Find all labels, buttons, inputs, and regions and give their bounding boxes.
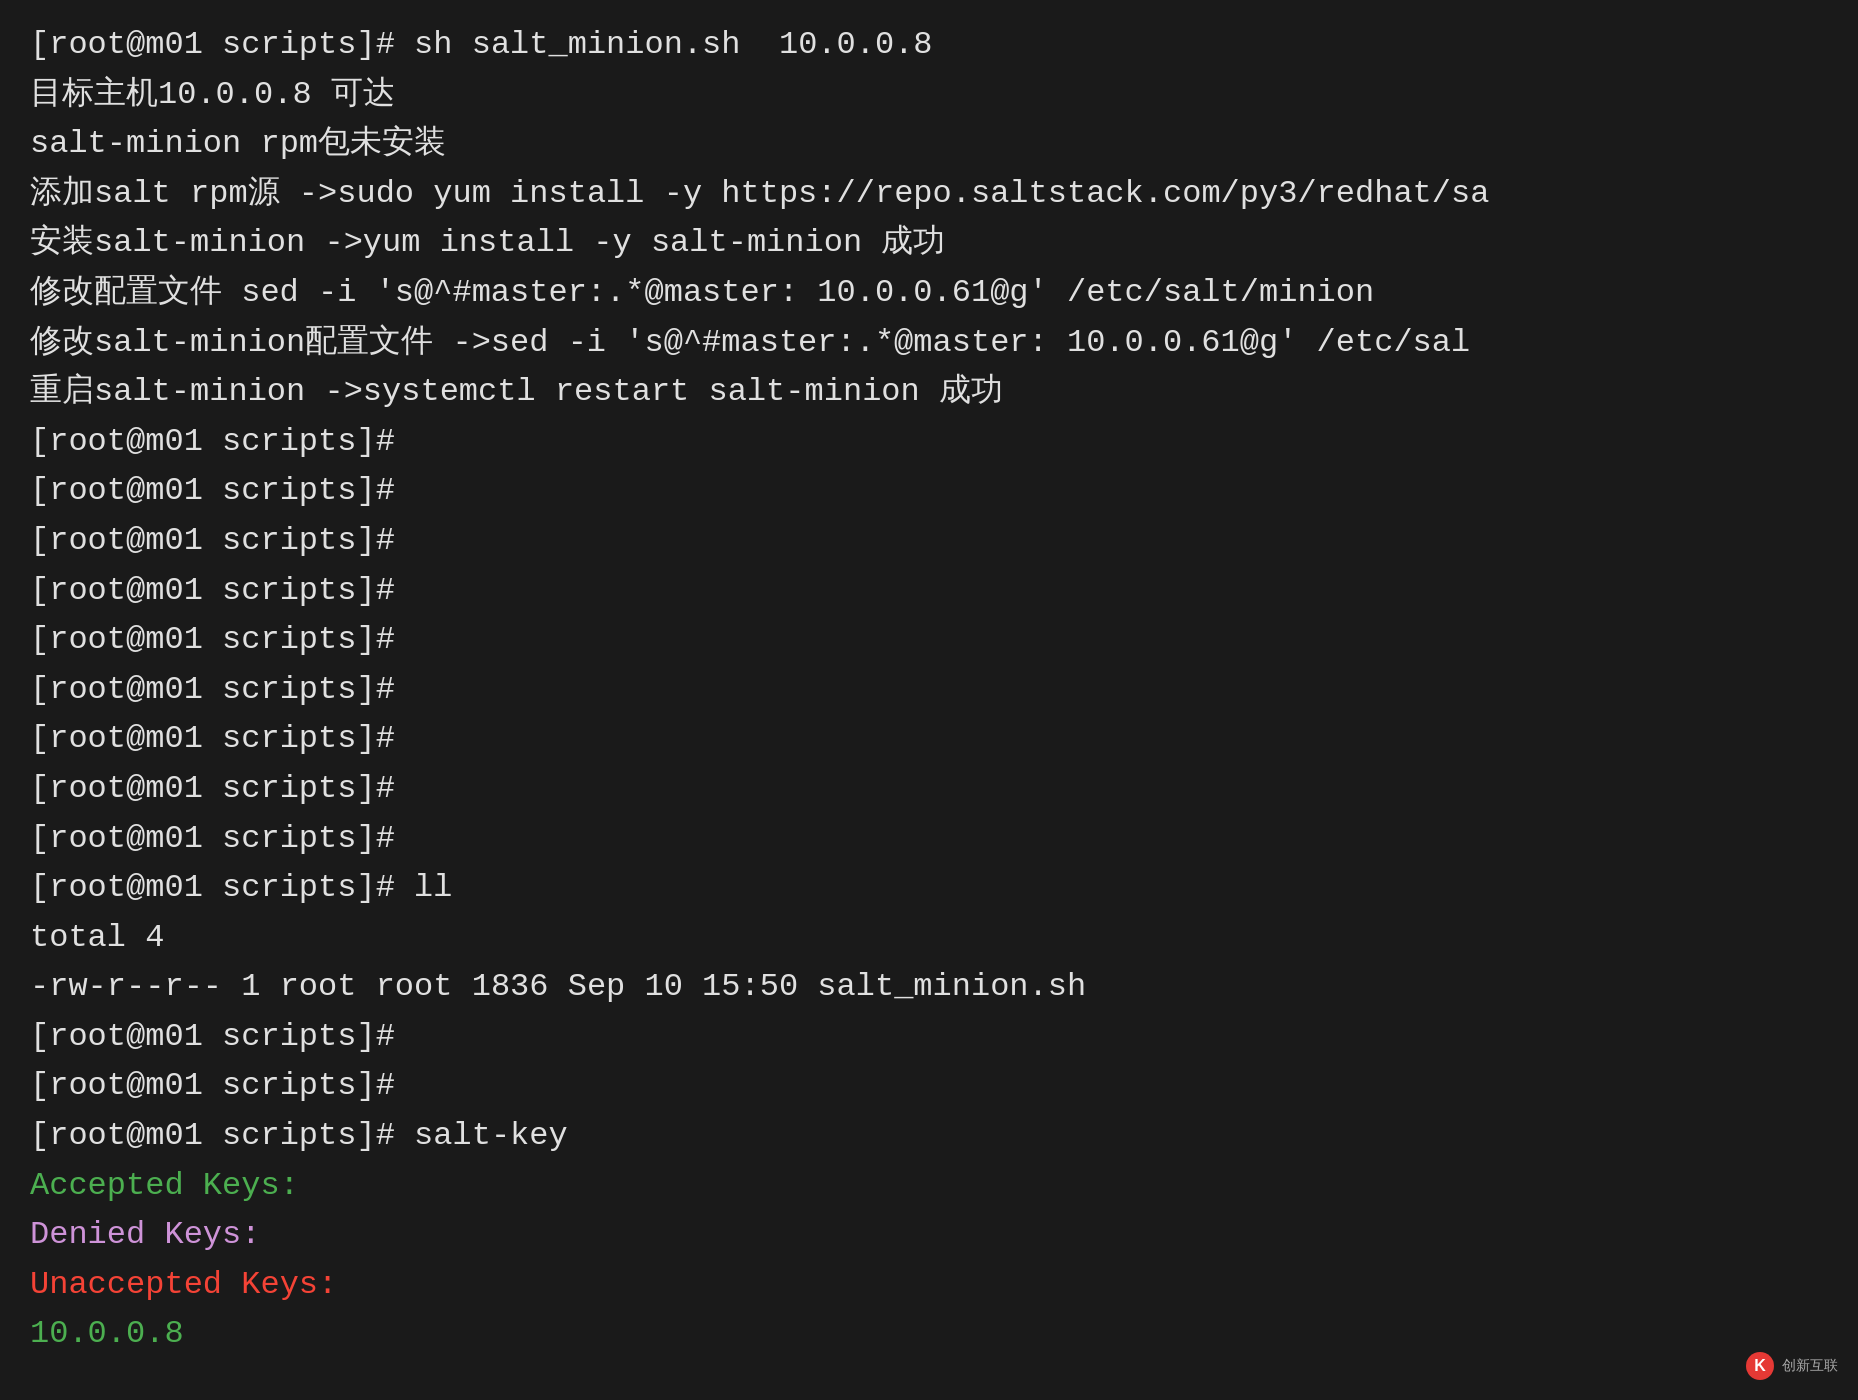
watermark: K 创新互联 — [1746, 1352, 1838, 1380]
terminal-line-18: [root@m01 scripts]# ll — [30, 863, 1828, 913]
watermark-text: 创新互联 — [1782, 1355, 1838, 1377]
terminal-line-11: [root@m01 scripts]# — [30, 516, 1828, 566]
terminal-line-20: -rw-r--r-- 1 root root 1836 Sep 10 15:50… — [30, 962, 1828, 1012]
terminal-line-12: [root@m01 scripts]# — [30, 566, 1828, 616]
terminal-line-24: Accepted Keys: — [30, 1161, 1828, 1211]
terminal-line-17: [root@m01 scripts]# — [30, 814, 1828, 864]
terminal-line-27: 10.0.0.8 — [30, 1309, 1828, 1359]
terminal-line-8: 重启salt-minion ->systemctl restart salt-m… — [30, 367, 1828, 417]
terminal-line-19: total 4 — [30, 913, 1828, 963]
watermark-icon: K — [1746, 1352, 1774, 1380]
terminal-line-23: [root@m01 scripts]# salt-key — [30, 1111, 1828, 1161]
terminal-line-22: [root@m01 scripts]# — [30, 1061, 1828, 1111]
terminal-line-10: [root@m01 scripts]# — [30, 466, 1828, 516]
terminal-line-5: 安装salt-minion ->yum install -y salt-mini… — [30, 218, 1828, 268]
terminal-line-16: [root@m01 scripts]# — [30, 764, 1828, 814]
terminal-line-14: [root@m01 scripts]# — [30, 665, 1828, 715]
terminal-line-15: [root@m01 scripts]# — [30, 714, 1828, 764]
terminal-line-13: [root@m01 scripts]# — [30, 615, 1828, 665]
terminal-line-25: Denied Keys: — [30, 1210, 1828, 1260]
terminal-line-21: [root@m01 scripts]# — [30, 1012, 1828, 1062]
terminal-line-7: 修改salt-minion配置文件 ->sed -i 's@^#master:.… — [30, 318, 1828, 368]
terminal-line-26: Unaccepted Keys: — [30, 1260, 1828, 1310]
terminal-line-6: 修改配置文件 sed -i 's@^#master:.*@master: 10.… — [30, 268, 1828, 318]
terminal-line-4: 添加salt rpm源 ->sudo yum install -y https:… — [30, 169, 1828, 219]
terminal-line-9: [root@m01 scripts]# — [30, 417, 1828, 467]
terminal-line-2: 目标主机10.0.0.8 可达 — [30, 70, 1828, 120]
terminal-line-1: [root@m01 scripts]# sh salt_minion.sh 10… — [30, 20, 1828, 70]
terminal-output: [root@m01 scripts]# sh salt_minion.sh 10… — [30, 20, 1828, 1359]
terminal-line-3: salt-minion rpm包未安装 — [30, 119, 1828, 169]
